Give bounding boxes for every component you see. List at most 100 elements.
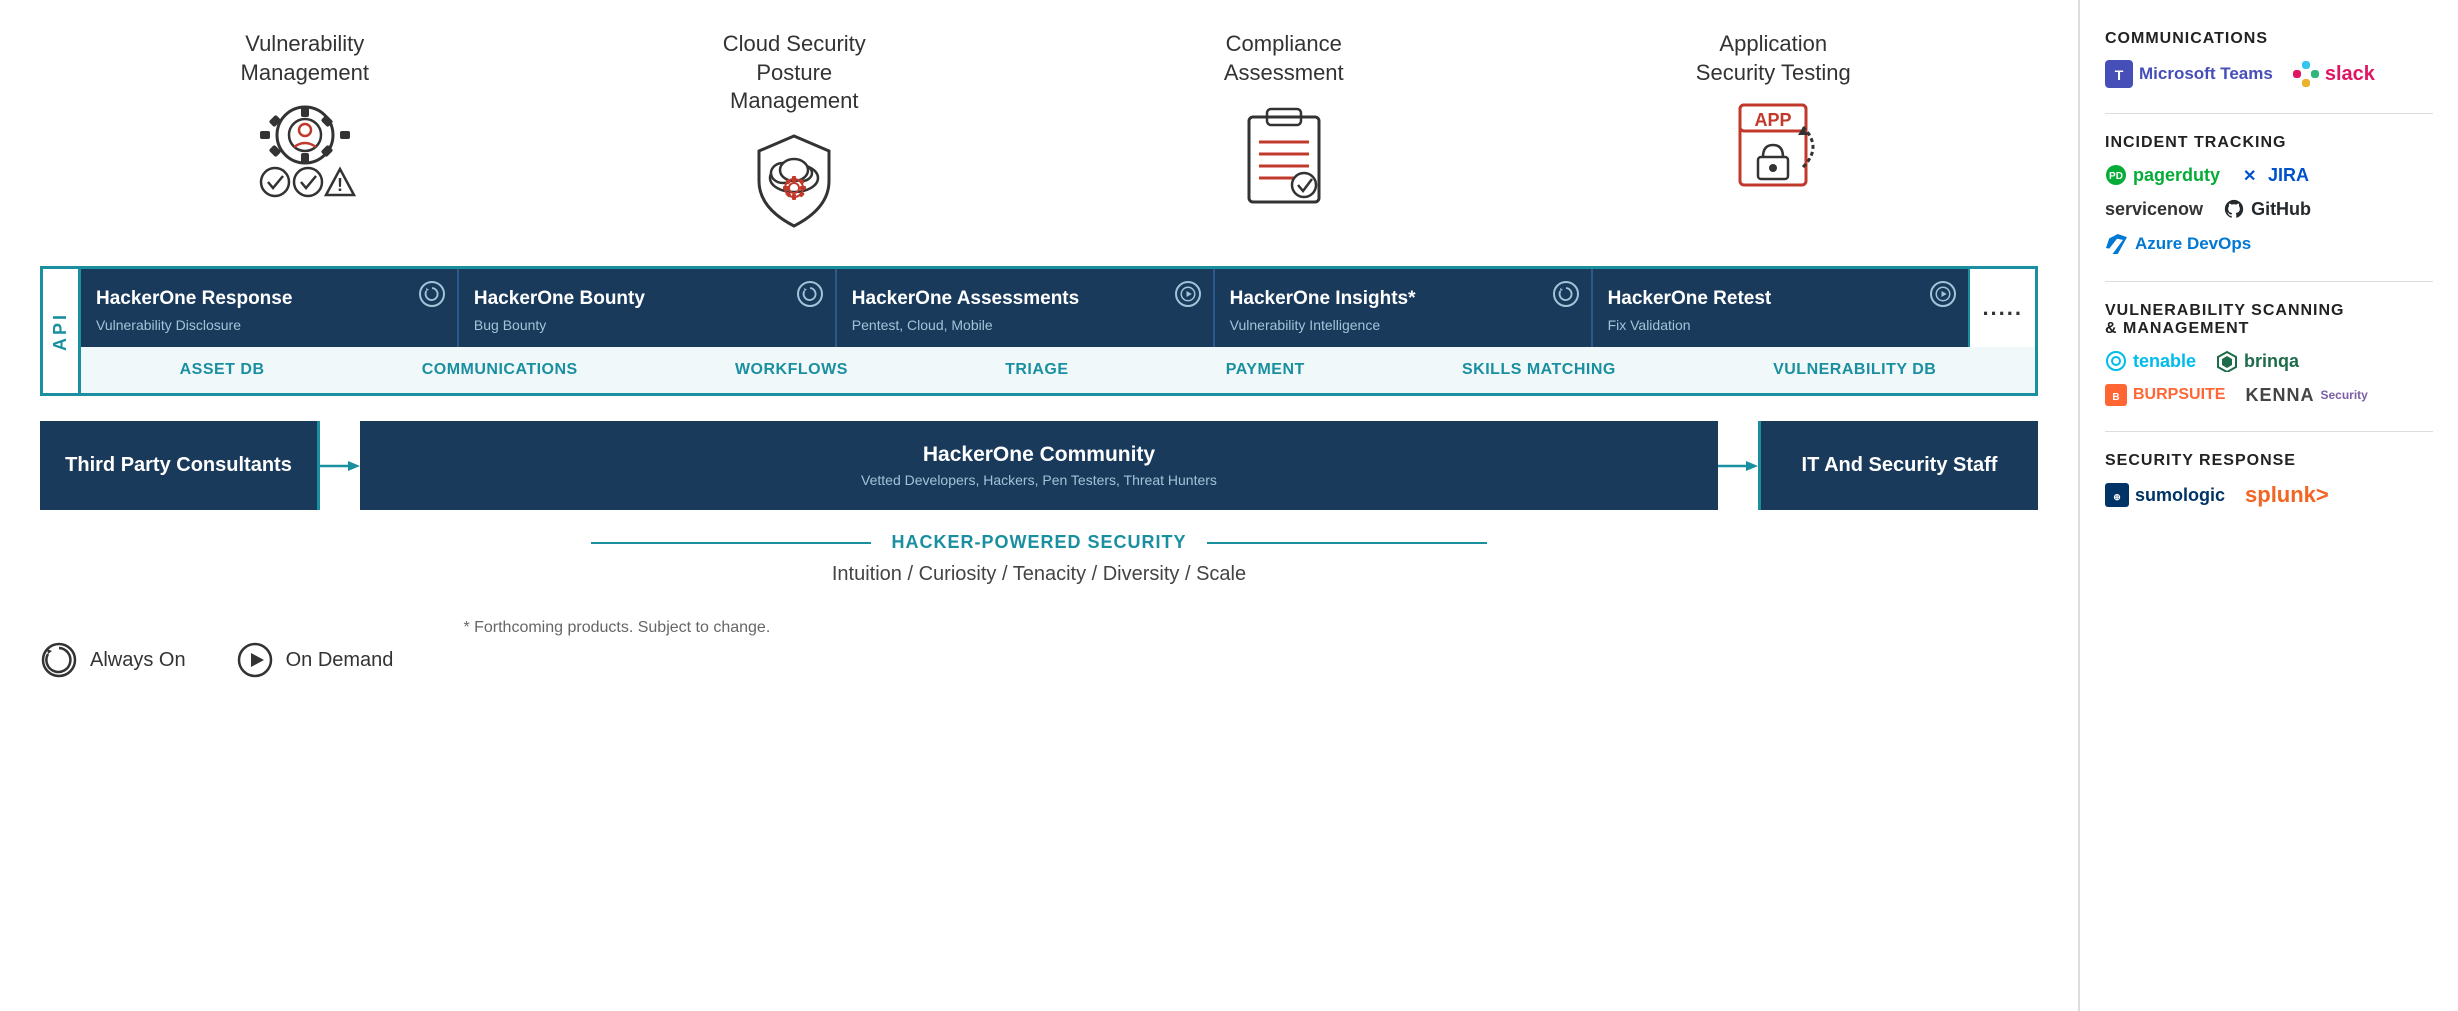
icon-compliance: Compliance Assessment [1174, 30, 1394, 207]
svg-text:T: T [2115, 67, 2124, 83]
sidebar-incident-tracking: INCIDENT TRACKING PD pagerduty ✕ JIRA [2105, 134, 2433, 256]
vuln-mgmt-label: Vulnerability Management [241, 30, 369, 87]
sidebar-vuln-scanning: VULNERABILITY SCANNING & MANAGEMENT tena… [2105, 302, 2433, 406]
incident-logos-row2: servicenow GitHub [2105, 198, 2433, 220]
feature-triage: TRIAGE [1005, 361, 1068, 379]
slack-label: slack [2325, 63, 2375, 86]
feature-skills: SKILLS MATCHING [1462, 361, 1616, 379]
product-retest: HackerOne Retest Fix Validation [1593, 269, 1969, 348]
arrow-right-2 [1718, 421, 1758, 510]
circle-arrows-icon-2 [801, 285, 819, 303]
bounty-title: HackerOne Bounty [474, 287, 820, 312]
svg-text:B: B [2112, 392, 2119, 403]
svg-text:APP: APP [1755, 110, 1792, 130]
dots-label: ..... [1982, 295, 2023, 321]
logo-ms-teams: T Microsoft Teams [2105, 60, 2273, 88]
bottom-cards-row: Third Party Consultants HackerOne Commun… [40, 421, 2038, 510]
circle-arrows-icon [423, 285, 441, 303]
hacker-powered-label: HACKER-POWERED SECURITY [871, 532, 1206, 553]
api-label: API [50, 307, 71, 356]
pagerduty-label: pagerduty [2133, 165, 2220, 186]
security-response-logos: ⊕ sumologic splunk> [2105, 482, 2433, 508]
insights-subtitle: Vulnerability Intelligence [1230, 317, 1576, 333]
vuln-logos-row2: B BURPSUITE KENNA Security [2105, 384, 2433, 406]
github-label: GitHub [2251, 199, 2311, 220]
hacker-line: HACKER-POWERED SECURITY [40, 532, 2038, 553]
intuition-container: Intuition / Curiosity / Tenacity / Diver… [40, 563, 2038, 586]
sidebar-communications: COMMUNICATIONS T Microsoft Teams [2105, 30, 2433, 88]
hackerone-community-card: HackerOne Community Vetted Developers, H… [360, 421, 1718, 510]
product-insights: HackerOne Insights* Vulnerability Intell… [1215, 269, 1593, 348]
incident-logos-row3: Azure DevOps [2105, 232, 2433, 256]
always-on-label: Always On [90, 649, 186, 672]
sidebar: COMMUNICATIONS T Microsoft Teams [2078, 0, 2458, 1011]
features-row: ASSET DB COMMUNICATIONS WORKFLOWS TRIAGE… [81, 347, 2035, 393]
jira-icon: ✕ [2240, 164, 2262, 186]
app-sec-label: Application Security Testing [1696, 30, 1851, 87]
feature-payment: PAYMENT [1226, 361, 1305, 379]
cloud-sec-label: Cloud Security Posture Management [684, 30, 904, 116]
cloud-sec-icon [739, 126, 849, 236]
compliance-label: Compliance Assessment [1224, 30, 1344, 87]
intuition-label: Intuition / Curiosity / Tenacity / Diver… [832, 563, 1246, 585]
logo-sumologic: ⊕ sumologic [2105, 483, 2225, 507]
product-assessments: HackerOne Assessments Pentest, Cloud, Mo… [837, 269, 1215, 348]
feature-workflows: WORKFLOWS [735, 361, 848, 379]
azure-label: Azure DevOps [2135, 234, 2251, 254]
logo-splunk: splunk> [2245, 482, 2329, 508]
assessments-subtitle: Pentest, Cloud, Mobile [852, 317, 1198, 333]
hacker-line-left [591, 542, 871, 544]
slack-icon [2293, 61, 2319, 87]
product-bounty: HackerOne Bounty Bug Bounty [459, 269, 837, 348]
splunk-label: splunk> [2245, 482, 2329, 508]
response-title: HackerOne Response [96, 287, 442, 312]
logo-burpsuite: B BURPSUITE [2105, 384, 2225, 406]
response-subtitle: Vulnerability Disclosure [96, 317, 442, 333]
platform-box: HackerOne Response Vulnerability Disclos… [78, 266, 2038, 397]
community-subtitle: Vetted Developers, Hackers, Pen Testers,… [861, 472, 1217, 488]
feature-vuln-db: VULNERABILITY DB [1773, 361, 1936, 379]
github-icon [2223, 198, 2245, 220]
third-party-label: Third Party Consultants [65, 454, 292, 477]
sumo-icon: ⊕ [2105, 483, 2129, 507]
kenna-security-label: Security [2320, 388, 2367, 402]
icon-vuln-mgmt: Vulnerability Management [195, 30, 415, 207]
burpsuite-label: BURPSUITE [2133, 386, 2225, 404]
response-icon [419, 281, 445, 307]
hacker-line-right [1207, 542, 1487, 544]
insights-icon [1553, 281, 1579, 307]
ms-teams-label: Microsoft Teams [2139, 64, 2273, 84]
sidebar-security-response: SECURITY RESPONSE ⊕ sumologic splunk> [2105, 452, 2433, 508]
logo-jira: ✕ JIRA [2240, 164, 2309, 186]
vuln-logos-row1: tenable brinqa [2105, 350, 2433, 372]
arrow-right-1 [320, 421, 360, 510]
tenable-icon [2105, 350, 2127, 372]
products-list: HackerOne Response Vulnerability Disclos… [81, 269, 1968, 348]
vuln-scanning-title: VULNERABILITY SCANNING & MANAGEMENT [2105, 302, 2433, 338]
play-icon-2 [1934, 285, 1952, 303]
divider-1 [2105, 113, 2433, 114]
brinqa-icon [2216, 350, 2238, 372]
icon-app-sec: Application Security Testing APP [1663, 30, 1883, 207]
pagerduty-icon: PD [2105, 164, 2127, 186]
kenna-label: KENNA [2245, 385, 2314, 406]
jira-label: JIRA [2268, 165, 2309, 186]
feature-communications: COMMUNICATIONS [422, 361, 578, 379]
sumologic-label: sumologic [2135, 485, 2225, 506]
logo-servicenow: servicenow [2105, 199, 2203, 220]
logo-github: GitHub [2223, 198, 2311, 220]
divider-2 [2105, 281, 2433, 282]
it-security-card: IT And Security Staff [1758, 421, 2038, 510]
azure-icon [2105, 232, 2129, 256]
svg-text:PD: PD [2109, 171, 2123, 182]
legend-section: Always On On Demand * Forthcoming produc… [40, 611, 2038, 679]
top-icons-row: Vulnerability Management [40, 30, 2038, 236]
legend: Always On On Demand [40, 641, 393, 679]
logo-kenna: KENNA Security [2245, 385, 2367, 406]
api-wrapper: API HackerOne Response Vulnerabil [40, 266, 2038, 397]
always-on-icon [40, 641, 78, 679]
community-title: HackerOne Community [923, 443, 1155, 467]
teams-icon: T [2105, 60, 2133, 88]
vuln-mgmt-icon: ! [250, 97, 360, 207]
icon-cloud-sec: Cloud Security Posture Management [684, 30, 904, 236]
